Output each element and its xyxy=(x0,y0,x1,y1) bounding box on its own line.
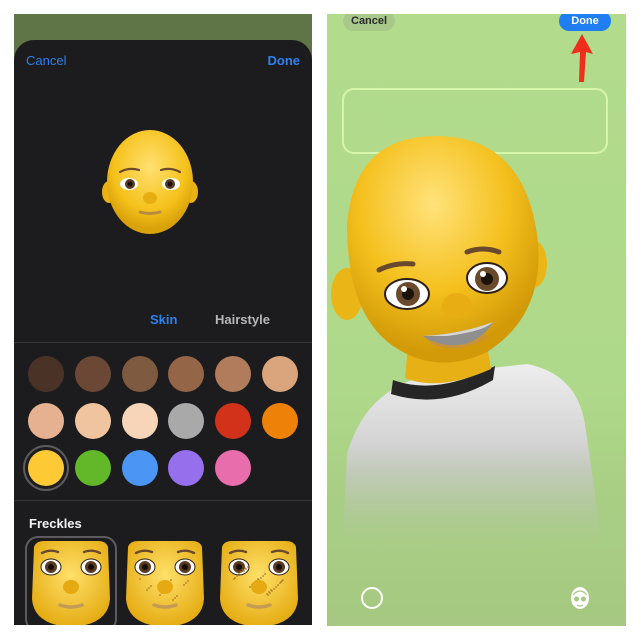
skin-color-swatch[interactable] xyxy=(121,356,158,392)
freckles-label: Freckles xyxy=(29,516,82,531)
freckles-options xyxy=(25,536,312,625)
done-button[interactable]: Done xyxy=(268,53,301,68)
skin-color-swatch[interactable] xyxy=(215,403,252,439)
skin-color-swatch[interactable] xyxy=(74,403,111,439)
poster-cancel-button[interactable]: Cancel xyxy=(343,14,396,31)
skin-color-swatch[interactable] xyxy=(28,403,64,439)
annotation-arrow-icon xyxy=(571,34,593,82)
freckles-option-light[interactable] xyxy=(122,539,208,625)
freckles-option-none[interactable] xyxy=(25,536,117,625)
editor-sheet: Cancel Done Skin Hairstyle Freckles xyxy=(14,40,312,625)
memoji-preview xyxy=(102,130,198,234)
memoji-face-icon[interactable] xyxy=(570,586,590,610)
skin-color-swatch[interactable] xyxy=(121,450,158,486)
contact-poster-panel: Cancel Done xyxy=(327,14,626,626)
skin-color-swatch[interactable] xyxy=(121,403,158,439)
skin-color-swatch[interactable] xyxy=(262,356,298,392)
divider xyxy=(14,500,312,501)
divider xyxy=(14,342,312,343)
category-tabs: Skin Hairstyle xyxy=(14,312,312,332)
color-picker-button[interactable] xyxy=(361,587,383,609)
skin-color-swatch[interactable] xyxy=(74,356,111,392)
skin-color-swatch[interactable] xyxy=(215,450,252,486)
poster-done-button[interactable]: Done xyxy=(559,14,611,31)
skin-color-swatch[interactable] xyxy=(168,356,205,392)
skin-color-swatch[interactable] xyxy=(74,450,111,486)
freckles-option-heavy[interactable] xyxy=(216,539,302,625)
skin-color-swatch[interactable] xyxy=(28,356,64,392)
skin-color-swatch[interactable] xyxy=(215,356,252,392)
skin-color-swatch[interactable] xyxy=(168,403,205,439)
head xyxy=(107,130,193,234)
tab-hairstyle[interactable]: Hairstyle xyxy=(215,312,270,327)
skin-color-swatch[interactable] xyxy=(23,445,69,491)
cancel-button[interactable]: Cancel xyxy=(26,53,66,68)
head xyxy=(347,135,539,363)
skin-color-swatch[interactable] xyxy=(168,450,205,486)
tab-skin[interactable]: Skin xyxy=(150,312,177,327)
skin-color-swatch[interactable] xyxy=(262,403,298,439)
memoji-editor-panel: Cancel Done Skin Hairstyle Freckles xyxy=(14,14,312,625)
